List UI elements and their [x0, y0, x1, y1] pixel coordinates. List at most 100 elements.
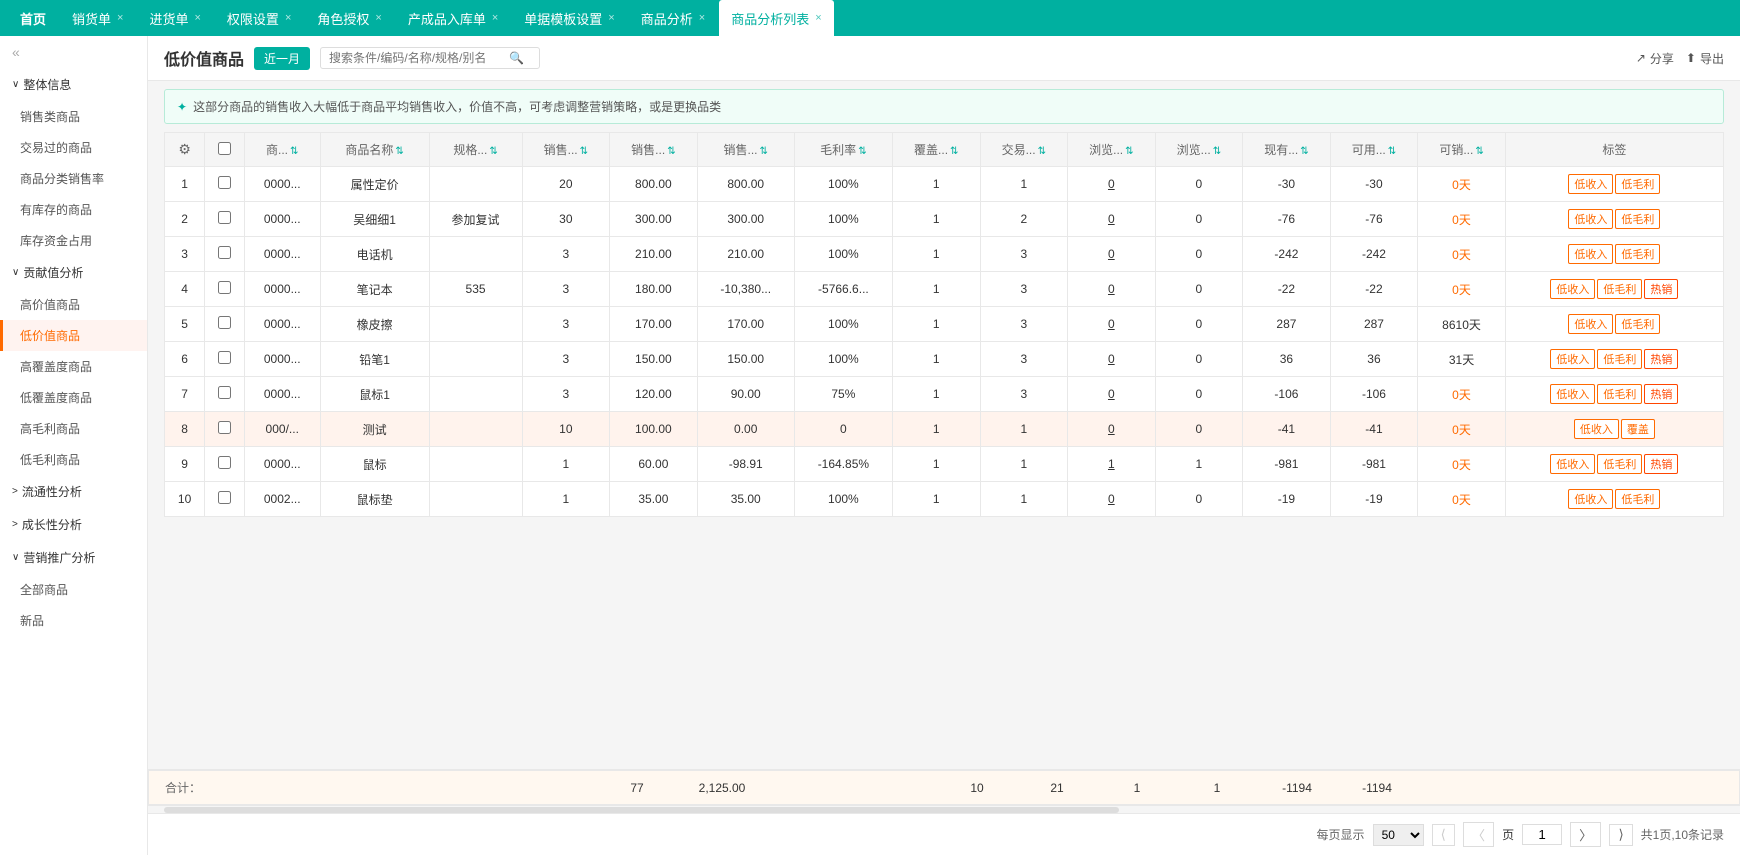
views1-link[interactable]: 1 [1108, 457, 1115, 471]
row-checkbox[interactable] [218, 386, 231, 399]
row-checkbox[interactable] [218, 491, 231, 504]
first-page-button[interactable]: ⟨ [1432, 824, 1455, 846]
sidebar-section-marketing[interactable]: ∨ 营销推广分析 [0, 541, 147, 574]
sidebar-section-circulation[interactable]: > 流通性分析 [0, 475, 147, 508]
sort-transactions[interactable]: ⇅ [1038, 146, 1046, 157]
views1-link[interactable]: 0 [1108, 492, 1115, 506]
sort-coverage[interactable]: ⇅ [950, 146, 958, 157]
views1-link[interactable]: 0 [1108, 177, 1115, 191]
sort-code[interactable]: ⇅ [290, 146, 298, 157]
select-all-checkbox[interactable] [218, 142, 231, 155]
sidebar-item-high-coverage[interactable]: 高覆盖度商品 [0, 351, 147, 382]
cell-checkbox[interactable] [205, 482, 245, 517]
cell-checkbox[interactable] [205, 447, 245, 482]
sidebar-item-stocked-products[interactable]: 有库存的商品 [0, 194, 147, 225]
nav-close-template[interactable]: × [608, 12, 614, 24]
sidebar-item-new-products[interactable]: 新品 [0, 605, 147, 636]
cell-views1[interactable]: 0 [1068, 307, 1156, 342]
nav-permission-settings[interactable]: 权限设置× [215, 0, 303, 36]
col-checkbox[interactable] [205, 133, 245, 167]
last-page-button[interactable]: ⟩ [1609, 824, 1632, 846]
nav-home[interactable]: 首页 [8, 0, 58, 36]
cell-checkbox[interactable] [205, 412, 245, 447]
nav-product-analysis-list[interactable]: 商品分析列表× [719, 0, 833, 36]
views1-link[interactable]: 0 [1108, 422, 1115, 436]
next-page-button[interactable]: 〉 [1570, 822, 1601, 847]
nav-close-sales[interactable]: × [117, 12, 123, 24]
sidebar-collapse-button[interactable]: « [0, 36, 147, 68]
share-button[interactable]: ↗ 分享 [1636, 50, 1674, 67]
cell-views1[interactable]: 1 [1068, 447, 1156, 482]
sort-sales-qty[interactable]: ⇅ [580, 146, 588, 157]
row-checkbox[interactable] [218, 456, 231, 469]
sidebar-item-high-value[interactable]: 高价值商品 [0, 289, 147, 320]
nav-close-analysis-list[interactable]: × [815, 12, 821, 24]
cell-views1[interactable]: 0 [1068, 342, 1156, 377]
nav-sales-order[interactable]: 销货单× [60, 0, 135, 36]
row-checkbox[interactable] [218, 211, 231, 224]
sidebar-section-overall[interactable]: ∨ 整体信息 [0, 68, 147, 101]
row-checkbox[interactable] [218, 421, 231, 434]
nav-template-settings[interactable]: 单据模板设置× [512, 0, 626, 36]
views1-link[interactable]: 0 [1108, 282, 1115, 296]
row-checkbox[interactable] [218, 281, 231, 294]
prev-page-button[interactable]: 〈 [1463, 822, 1494, 847]
cell-views1[interactable]: 0 [1068, 412, 1156, 447]
cell-views1[interactable]: 0 [1068, 167, 1156, 202]
cell-checkbox[interactable] [205, 202, 245, 237]
sort-views2[interactable]: ⇅ [1213, 146, 1221, 157]
nav-role-auth[interactable]: 角色授权× [305, 0, 393, 36]
nav-close-warehousing[interactable]: × [492, 12, 498, 24]
search-input[interactable] [329, 51, 509, 65]
page-input[interactable] [1522, 824, 1562, 845]
cell-views1[interactable]: 0 [1068, 202, 1156, 237]
nav-close-purchase[interactable]: × [194, 12, 200, 24]
views1-link[interactable]: 0 [1108, 212, 1115, 226]
cell-views1[interactable]: 0 [1068, 237, 1156, 272]
sidebar-item-sales-products[interactable]: 销售类商品 [0, 101, 147, 132]
settings-icon[interactable]: ⚙ [178, 141, 191, 157]
table-container[interactable]: ⚙ 商...⇅ 商品名称⇅ 规格...⇅ 销售...⇅ 销售...⇅ 销售...… [148, 132, 1740, 769]
views1-link[interactable]: 0 [1108, 317, 1115, 331]
sidebar-item-all-products[interactable]: 全部商品 [0, 574, 147, 605]
nav-product-warehousing[interactable]: 产成品入库单× [396, 0, 510, 36]
sort-sales-amount[interactable]: ⇅ [667, 146, 675, 157]
cell-checkbox[interactable] [205, 307, 245, 342]
sidebar-item-high-margin[interactable]: 高毛利商品 [0, 413, 147, 444]
cell-checkbox[interactable] [205, 377, 245, 412]
row-checkbox[interactable] [218, 246, 231, 259]
sort-current-stock[interactable]: ⇅ [1300, 146, 1308, 157]
sidebar-item-category-sales-rate[interactable]: 商品分类销售率 [0, 163, 147, 194]
row-checkbox[interactable] [218, 316, 231, 329]
sidebar-item-low-margin[interactable]: 低毛利商品 [0, 444, 147, 475]
sort-name[interactable]: ⇅ [395, 146, 403, 157]
views1-link[interactable]: 0 [1108, 387, 1115, 401]
export-button[interactable]: ⬆ 导出 [1686, 50, 1724, 67]
views1-link[interactable]: 0 [1108, 247, 1115, 261]
sort-views1[interactable]: ⇅ [1125, 146, 1133, 157]
sidebar-section-contribution[interactable]: ∨ 贡献值分析 [0, 256, 147, 289]
sort-margin[interactable]: ⇅ [858, 146, 866, 157]
nav-close-role[interactable]: × [375, 12, 381, 24]
cell-checkbox[interactable] [205, 272, 245, 307]
cell-views1[interactable]: 0 [1068, 272, 1156, 307]
sort-available[interactable]: ⇅ [1388, 146, 1396, 157]
nav-product-analysis[interactable]: 商品分析× [629, 0, 717, 36]
sidebar-item-traded-products[interactable]: 交易过的商品 [0, 132, 147, 163]
cell-views1[interactable]: 0 [1068, 482, 1156, 517]
sidebar-item-low-value[interactable]: 低价值商品 [0, 320, 147, 351]
sidebar-item-low-coverage[interactable]: 低覆盖度商品 [0, 382, 147, 413]
cell-checkbox[interactable] [205, 167, 245, 202]
sort-sellable[interactable]: ⇅ [1475, 146, 1483, 157]
sidebar-item-inventory-capital[interactable]: 库存资金占用 [0, 225, 147, 256]
cell-checkbox[interactable] [205, 342, 245, 377]
period-button[interactable]: 近一月 [254, 47, 310, 70]
row-checkbox[interactable] [218, 351, 231, 364]
sidebar-section-growth[interactable]: > 成长性分析 [0, 508, 147, 541]
col-settings[interactable]: ⚙ [165, 133, 205, 167]
nav-close-permission[interactable]: × [285, 12, 291, 24]
nav-close-analysis[interactable]: × [699, 12, 705, 24]
per-page-select[interactable]: 50 100 200 [1373, 824, 1424, 846]
search-icon[interactable]: 🔍 [509, 51, 524, 65]
row-checkbox[interactable] [218, 176, 231, 189]
